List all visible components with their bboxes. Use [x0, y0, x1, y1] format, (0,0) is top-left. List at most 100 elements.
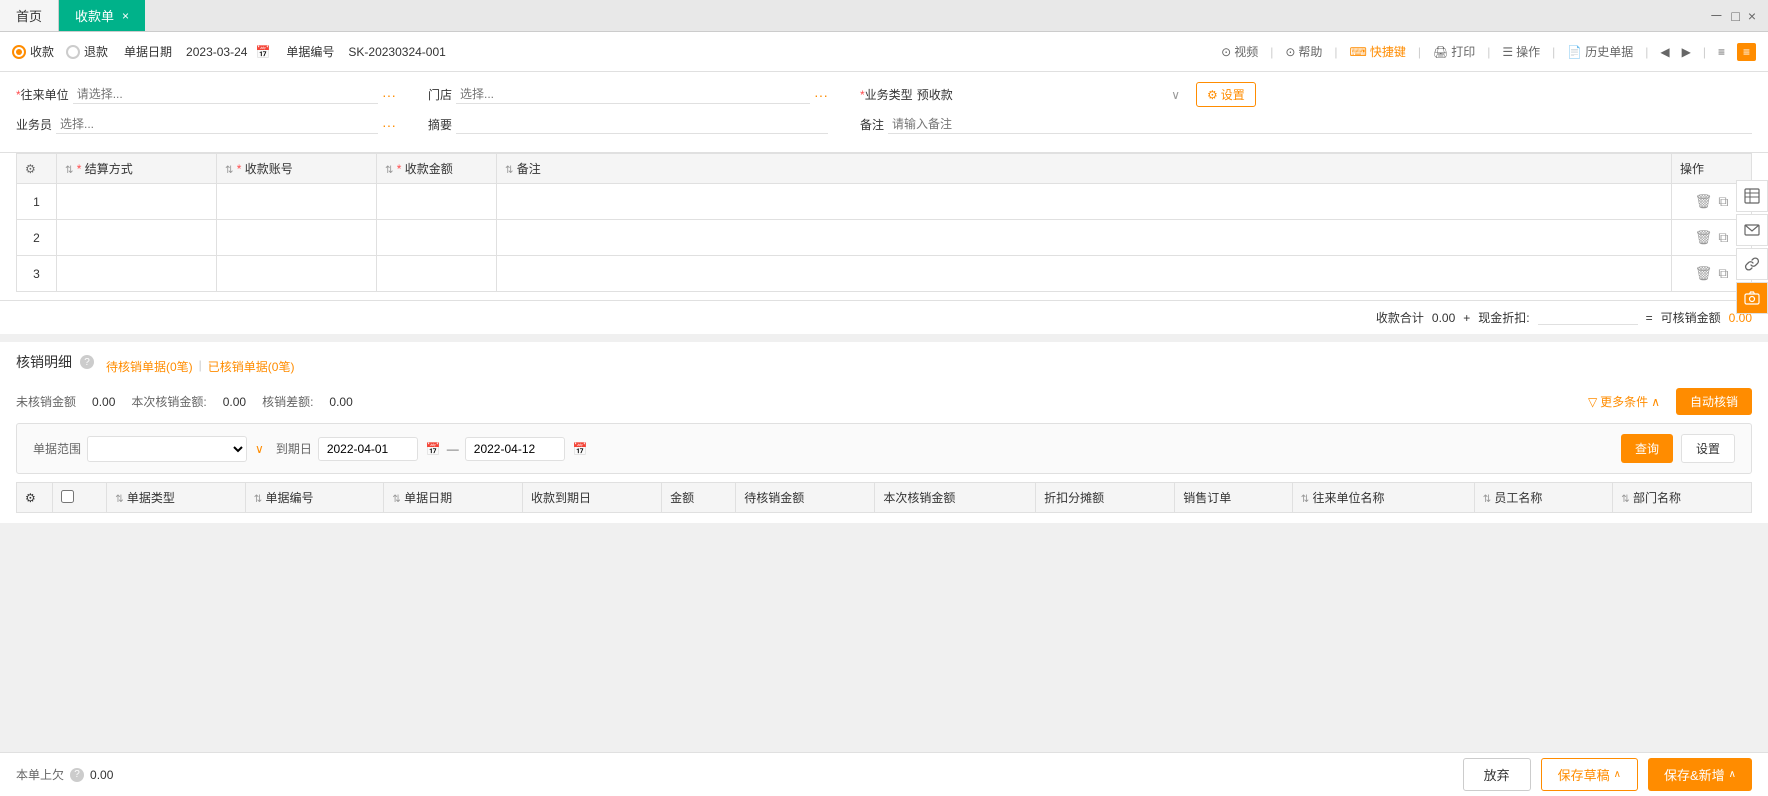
query-btn[interactable]: 查询: [1621, 434, 1673, 463]
nav-next-btn[interactable]: ▶: [1682, 45, 1691, 59]
doc-no-label: 单据编号: [286, 43, 334, 60]
tab-active[interactable]: 收款单 ×: [59, 0, 145, 31]
delete-row-2-icon[interactable]: 🗑: [1695, 229, 1713, 246]
sidebar-table-icon[interactable]: [1736, 180, 1768, 212]
col-header-action: 操作: [1672, 154, 1752, 184]
copy-row-3-icon[interactable]: ⧉: [1718, 265, 1728, 282]
print-btn[interactable]: 🖨 打印: [1433, 43, 1475, 60]
settle-cell-1[interactable]: [57, 184, 217, 220]
biz-type-arrow[interactable]: ∨: [1171, 88, 1180, 102]
select-all-checkbox[interactable]: [61, 490, 74, 503]
due-date-to-input[interactable]: [465, 437, 565, 461]
radio-refund[interactable]: 退款: [66, 43, 108, 60]
tab-home[interactable]: 首页: [0, 0, 59, 31]
copy-row-2-icon[interactable]: ⧉: [1718, 229, 1728, 246]
table-gear-icon[interactable]: ⚙: [25, 162, 36, 176]
operation-icon: ☰: [1502, 45, 1513, 59]
remark-input[interactable]: [888, 115, 1752, 134]
sidebar-mail-icon[interactable]: [1736, 214, 1768, 246]
query-row: 单据范围 ∨ 到期日 📅 — 📅 查询 设置: [16, 423, 1752, 474]
summary-row: 收款合计 0.00 + 现金折扣: = 可核销金额 0.00: [0, 300, 1768, 334]
save-draft-btn[interactable]: 保存草稿 ∧: [1541, 758, 1638, 791]
partner-more-icon[interactable]: ···: [382, 87, 396, 103]
shop-input[interactable]: [456, 85, 810, 104]
shop-more-icon[interactable]: ···: [814, 87, 828, 103]
table-row: 1 🗑 ⧉: [17, 184, 1752, 220]
hexiao-tabs: 待核销单据(0笔) | 已核销单据(0笔): [106, 358, 294, 375]
date-to-cal-icon[interactable]: 📅: [573, 442, 588, 456]
col-header-amount: ⇅ * 收款金额: [377, 154, 497, 184]
doc-range-dropdown-icon[interactable]: ∨: [255, 442, 264, 456]
sidebar-link-icon[interactable]: [1736, 248, 1768, 280]
nav-prev-btn[interactable]: ◀: [1660, 45, 1669, 59]
col-header-doc-no: ⇅ 单据编号: [245, 483, 384, 513]
settle-cell-2[interactable]: [57, 220, 217, 256]
staff-more-icon[interactable]: ···: [382, 117, 396, 133]
pending-tab-link[interactable]: 待核销单据(0笔): [106, 358, 193, 375]
staff-label: 业务员: [16, 116, 52, 133]
footer-info-icon[interactable]: ?: [70, 768, 84, 782]
summary-input[interactable]: [456, 115, 828, 134]
video-btn[interactable]: ⊙ 视频: [1221, 43, 1258, 60]
radio-receipt[interactable]: 收款: [12, 43, 54, 60]
receipt-refund-toggle: 收款 退款: [12, 43, 108, 60]
col-header-discount: 折扣分摊额: [1036, 483, 1175, 513]
col-header-pending: 待核销金额: [736, 483, 875, 513]
partner-input[interactable]: [73, 85, 378, 104]
color-btn[interactable]: ≡: [1737, 43, 1756, 61]
history-btn[interactable]: 📄 历史单据: [1567, 43, 1633, 60]
calendar-icon[interactable]: 📅: [255, 45, 270, 59]
doc-range-select[interactable]: [87, 436, 247, 462]
upper-value: 0.00: [90, 768, 113, 782]
delete-row-3-icon[interactable]: 🗑: [1695, 265, 1713, 282]
window-close-icon[interactable]: ×: [1748, 8, 1756, 24]
shortcut-label: 快捷键: [1370, 43, 1406, 60]
account-cell-1[interactable]: [217, 184, 377, 220]
table-gear-2-icon[interactable]: ⚙: [25, 491, 36, 505]
due-date-from-input[interactable]: [318, 437, 418, 461]
form-row-2: 业务员 ··· 摘要 备注: [16, 115, 1752, 134]
amount-cell-2[interactable]: [377, 220, 497, 256]
footer-right: 放弃 保存草稿 ∧ 保存&新增 ∧: [1463, 758, 1752, 791]
plus-label: +: [1463, 311, 1470, 325]
more-conditions-btn[interactable]: ▽ 更多条件 ∧: [1588, 393, 1660, 410]
shortcut-btn[interactable]: ⌨ 快捷键: [1350, 43, 1406, 60]
staff-input[interactable]: [56, 115, 378, 134]
total-value: 0.00: [1432, 311, 1455, 325]
sidebar-camera-icon[interactable]: [1736, 282, 1768, 314]
remark-cell-3[interactable]: [497, 256, 1672, 292]
content-scroll: * 往来单位 ··· 门店 ··· * 业务类型 预收款 ∨: [0, 72, 1768, 752]
col-header-due-date: 收款到期日: [523, 483, 662, 513]
form-settings-btn[interactable]: ⚙ 设置: [1196, 82, 1256, 107]
done-tab-link[interactable]: 已核销单据(0笔): [208, 358, 295, 375]
save-new-btn[interactable]: 保存&新增 ∧: [1648, 758, 1752, 791]
copy-row-1-icon[interactable]: ⧉: [1718, 193, 1728, 210]
help-btn[interactable]: ⊙ 帮助: [1285, 43, 1322, 60]
col-header-amount: 金额: [662, 483, 736, 513]
col-header-sales-order: 销售订单: [1175, 483, 1292, 513]
remark-cell-2[interactable]: [497, 220, 1672, 256]
account-cell-3[interactable]: [217, 256, 377, 292]
delete-row-1-icon[interactable]: 🗑: [1695, 193, 1713, 210]
discount-input[interactable]: [1538, 310, 1638, 325]
col-header-check2: [53, 483, 107, 513]
settle-cell-3[interactable]: [57, 256, 217, 292]
operation-btn[interactable]: ☰ 操作: [1502, 43, 1540, 60]
auto-hexiao-btn[interactable]: 自动核销: [1676, 388, 1752, 415]
date-from-cal-icon[interactable]: 📅: [426, 442, 441, 456]
table-section: ⚙ ⇅ * 结算方式 ⇅ * 收款账号 ⇅ * 收款: [0, 153, 1768, 300]
tab-close-icon[interactable]: ×: [122, 9, 129, 23]
window-restore-icon[interactable]: □: [1731, 8, 1739, 24]
window-minimize-icon[interactable]: －: [1709, 6, 1723, 26]
remark-cell-1[interactable]: [497, 184, 1672, 220]
abandon-btn[interactable]: 放弃: [1463, 758, 1531, 791]
amount-cell-1[interactable]: [377, 184, 497, 220]
col-header-doc-date: ⇅ 单据日期: [384, 483, 523, 513]
query-settings-btn[interactable]: 设置: [1681, 434, 1735, 463]
account-cell-2[interactable]: [217, 220, 377, 256]
help-icon: ⊙: [1285, 45, 1295, 59]
hexiao-info-icon[interactable]: ?: [80, 355, 94, 369]
amount-cell-3[interactable]: [377, 256, 497, 292]
layout-btn[interactable]: ≡: [1718, 45, 1725, 59]
toolbar: 收款 退款 单据日期 2023-03-24 📅 单据编号 SK-20230324…: [0, 32, 1768, 72]
